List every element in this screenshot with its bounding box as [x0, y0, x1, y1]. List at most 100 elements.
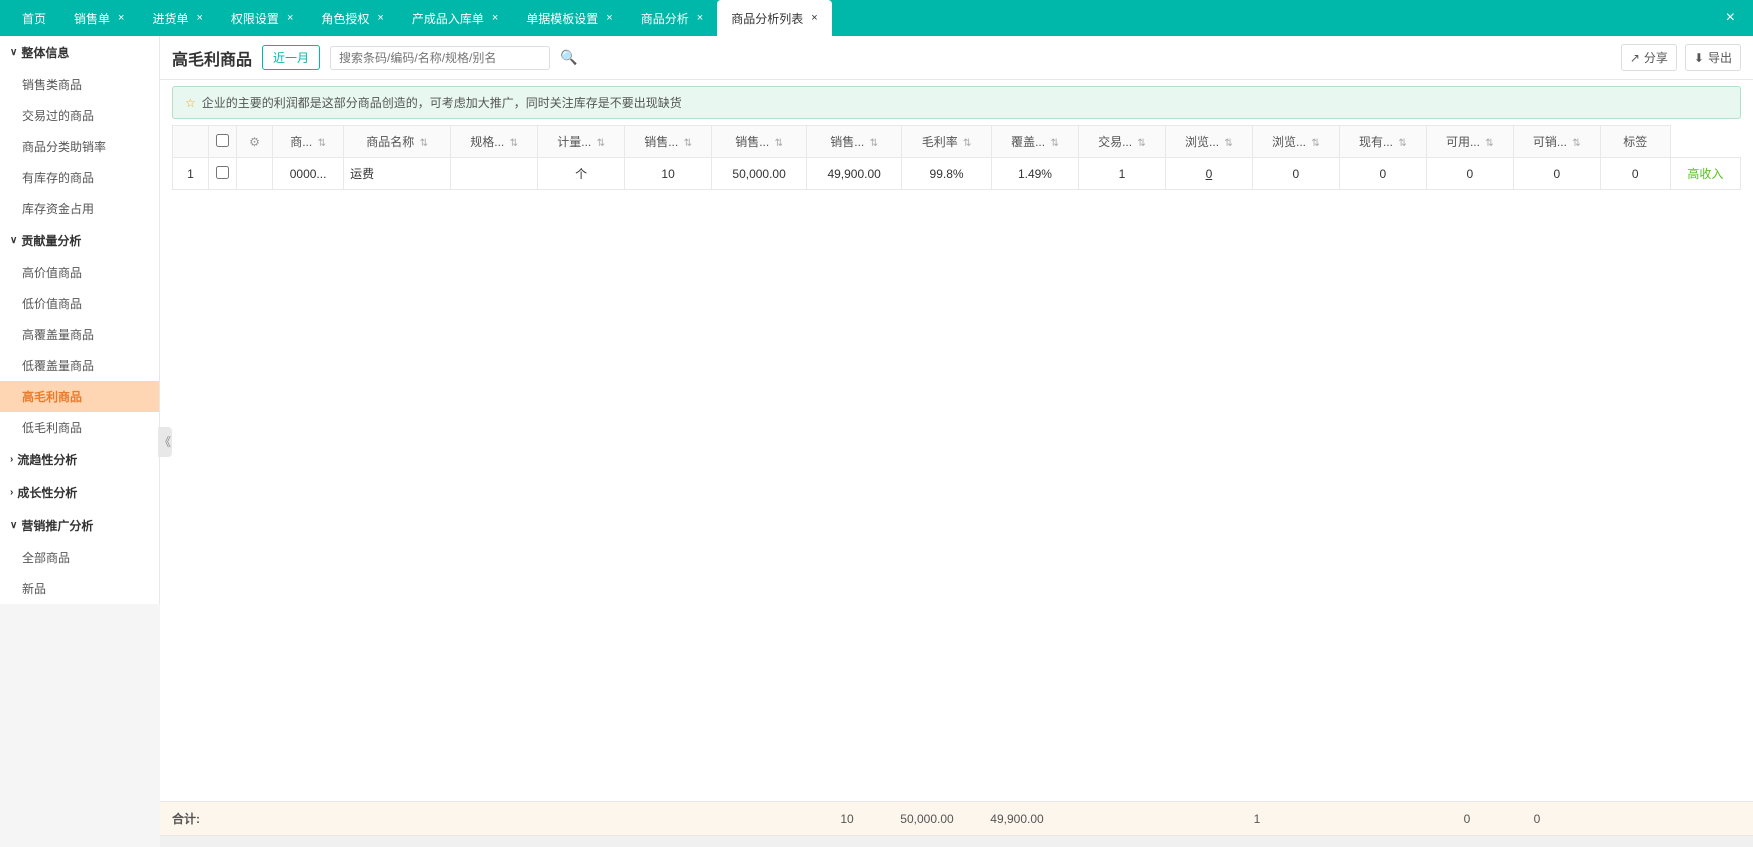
sidebar-group-trend[interactable]: › 流趋性分析: [0, 443, 159, 476]
sidebar-item-sales-goods[interactable]: 销售类商品: [0, 69, 159, 100]
nav-tab-template[interactable]: 单据模板设置 ×: [512, 0, 626, 36]
nav-tab-sales[interactable]: 销售单 ×: [60, 0, 138, 36]
th-no: [173, 126, 209, 158]
sidebar-group-contribution[interactable]: ∨ 贡献量分析: [0, 224, 159, 257]
search-icon[interactable]: 🔍: [560, 49, 577, 66]
footer-spacer10: [1292, 812, 1362, 826]
sidebar-group-marketing[interactable]: ∨ 营销推广分析: [0, 509, 159, 542]
th-sellable[interactable]: 可销... ⇅: [1513, 126, 1600, 158]
th-name[interactable]: 商品名称 ⇅: [344, 126, 451, 158]
th-coverage[interactable]: 覆盖... ⇅: [991, 126, 1078, 158]
th-unit[interactable]: 计量... ⇅: [538, 126, 625, 158]
sort-icon-browse1: ⇅: [1224, 138, 1232, 149]
sidebar-wrapper: ∨ 整体信息 销售类商品 交易过的商品 商品分类助销率 有库存的商品 库存资金占…: [0, 36, 160, 847]
footer-spacer8: [1062, 812, 1142, 826]
sidebar-item-new-goods[interactable]: 新品: [0, 573, 159, 604]
close-permission-tab[interactable]: ×: [287, 12, 293, 24]
cell-code: 0000...: [273, 158, 344, 190]
sidebar-item-low-coverage[interactable]: 低覆盖量商品: [0, 350, 159, 381]
info-text: 企业的主要的利润都是这部分商品创造的，可考虑加大推广，同时关注库存是不要出现缺货: [202, 94, 682, 111]
close-sales-tab[interactable]: ×: [118, 12, 124, 24]
th-margin[interactable]: 毛利率 ⇅: [902, 126, 992, 158]
sort-icon-unit: ⇅: [597, 138, 605, 149]
sidebar-item-in-stock[interactable]: 有库存的商品: [0, 162, 159, 193]
bottom-scrollbar[interactable]: [160, 835, 1753, 847]
sidebar-item-category-rate[interactable]: 商品分类助销率: [0, 131, 159, 162]
top-nav: 首页 销售单 × 进货单 × 权限设置 × 角色授权 × 产成品入库单 × 单据…: [0, 0, 1753, 36]
cell-sellable: 0: [1600, 158, 1670, 190]
th-sales-qty[interactable]: 销售... ⇅: [625, 126, 712, 158]
sidebar-item-high-coverage[interactable]: 高覆盖量商品: [0, 319, 159, 350]
nav-tab-finished[interactable]: 产成品入库单 ×: [398, 0, 512, 36]
sidebar-item-high-margin[interactable]: 高毛利商品: [0, 381, 159, 412]
close-analysis-tab[interactable]: ×: [697, 12, 703, 24]
footer-sales-amt2: 49,900.00: [972, 812, 1062, 826]
cell-tag: 高收入: [1670, 158, 1740, 190]
sidebar-item-all-goods[interactable]: 全部商品: [0, 542, 159, 573]
th-settings[interactable]: ⚙: [237, 126, 273, 158]
footer-current: 0: [1432, 812, 1502, 826]
nav-tab-home[interactable]: 首页: [8, 0, 60, 36]
th-transaction[interactable]: 交易... ⇅: [1078, 126, 1165, 158]
select-all-checkbox[interactable]: [216, 134, 229, 147]
share-icon: ↗: [1630, 51, 1640, 65]
close-finished-tab[interactable]: ×: [492, 12, 498, 24]
th-available[interactable]: 可用... ⇅: [1426, 126, 1513, 158]
share-button[interactable]: ↗ 分享: [1621, 44, 1677, 71]
sidebar-item-high-value[interactable]: 高价值商品: [0, 257, 159, 288]
cell-sales-amt: 50,000.00: [712, 158, 807, 190]
th-spec[interactable]: 规格... ⇅: [451, 126, 538, 158]
nav-tab-analysis[interactable]: 商品分析 ×: [627, 0, 717, 36]
search-input[interactable]: [330, 46, 550, 70]
export-button[interactable]: ⬇ 导出: [1685, 44, 1741, 71]
cell-sales-amt2: 49,900.00: [807, 158, 902, 190]
cell-name: 运费: [344, 158, 451, 190]
sidebar-collapse-button[interactable]: 《: [158, 427, 172, 457]
sidebar-group-growth[interactable]: › 成长性分析: [0, 476, 159, 509]
close-all-button[interactable]: ×: [1716, 9, 1745, 27]
close-purchase-tab[interactable]: ×: [196, 12, 202, 24]
th-browse2[interactable]: 浏览... ⇅: [1252, 126, 1339, 158]
cell-checkbox[interactable]: [209, 158, 237, 190]
footer-spacer6: [672, 812, 752, 826]
sidebar: ∨ 整体信息 销售类商品 交易过的商品 商品分类助销率 有库存的商品 库存资金占…: [0, 36, 160, 604]
sidebar-item-traded-goods[interactable]: 交易过的商品: [0, 100, 159, 131]
footer-spacer4: [472, 812, 552, 826]
column-settings-icon[interactable]: ⚙: [249, 135, 260, 149]
sidebar-item-stock-capital[interactable]: 库存资金占用: [0, 193, 159, 224]
footer-spacer2: [408, 812, 436, 826]
th-sales-amt[interactable]: 销售... ⇅: [712, 126, 807, 158]
sidebar-item-low-margin[interactable]: 低毛利商品: [0, 412, 159, 443]
arrow-marketing: ∨: [10, 520, 17, 531]
close-role-tab[interactable]: ×: [377, 12, 383, 24]
arrow-trend: ›: [10, 454, 13, 465]
cell-coverage: 1: [1078, 158, 1165, 190]
nav-tab-purchase[interactable]: 进货单 ×: [138, 0, 216, 36]
footer-sales-amt: 50,000.00: [882, 812, 972, 826]
main-layout: ∨ 整体信息 销售类商品 交易过的商品 商品分类助销率 有库存的商品 库存资金占…: [0, 36, 1753, 847]
th-code[interactable]: 商... ⇅: [273, 126, 344, 158]
footer-spacer7: [752, 812, 812, 826]
sidebar-group-overall[interactable]: ∨ 整体信息: [0, 36, 159, 69]
sidebar-item-low-value[interactable]: 低价值商品: [0, 288, 159, 319]
footer-sales-qty: 10: [812, 812, 882, 826]
close-template-tab[interactable]: ×: [606, 12, 612, 24]
nav-tab-role[interactable]: 角色授权 ×: [307, 0, 397, 36]
close-analysis-list-tab[interactable]: ×: [811, 12, 817, 24]
row-checkbox[interactable]: [216, 166, 229, 179]
th-browse1[interactable]: 浏览... ⇅: [1165, 126, 1252, 158]
footer-cells: 10 50,000.00 49,900.00 1 0 0: [372, 812, 1741, 826]
table-header-row: ⚙ 商... ⇅ 商品名称 ⇅ 规格... ⇅: [173, 126, 1741, 158]
sort-icon-coverage: ⇅: [1050, 138, 1058, 149]
nav-tab-analysis-list[interactable]: 商品分析列表 ×: [717, 0, 831, 36]
transaction-link[interactable]: 0: [1206, 167, 1213, 181]
cell-spec: [451, 158, 538, 190]
data-table: ⚙ 商... ⇅ 商品名称 ⇅ 规格... ⇅: [172, 125, 1741, 190]
table-row: 1 0000... 运费 个 10 50,000.00 49,900.00 99…: [173, 158, 1741, 190]
nav-tab-permission[interactable]: 权限设置 ×: [217, 0, 307, 36]
period-month-button[interactable]: 近一月: [262, 45, 320, 70]
sort-icon-sales-amt2: ⇅: [870, 138, 878, 149]
th-sales-amt2[interactable]: 销售... ⇅: [807, 126, 902, 158]
th-current[interactable]: 现有... ⇅: [1339, 126, 1426, 158]
cell-transaction[interactable]: 0: [1165, 158, 1252, 190]
